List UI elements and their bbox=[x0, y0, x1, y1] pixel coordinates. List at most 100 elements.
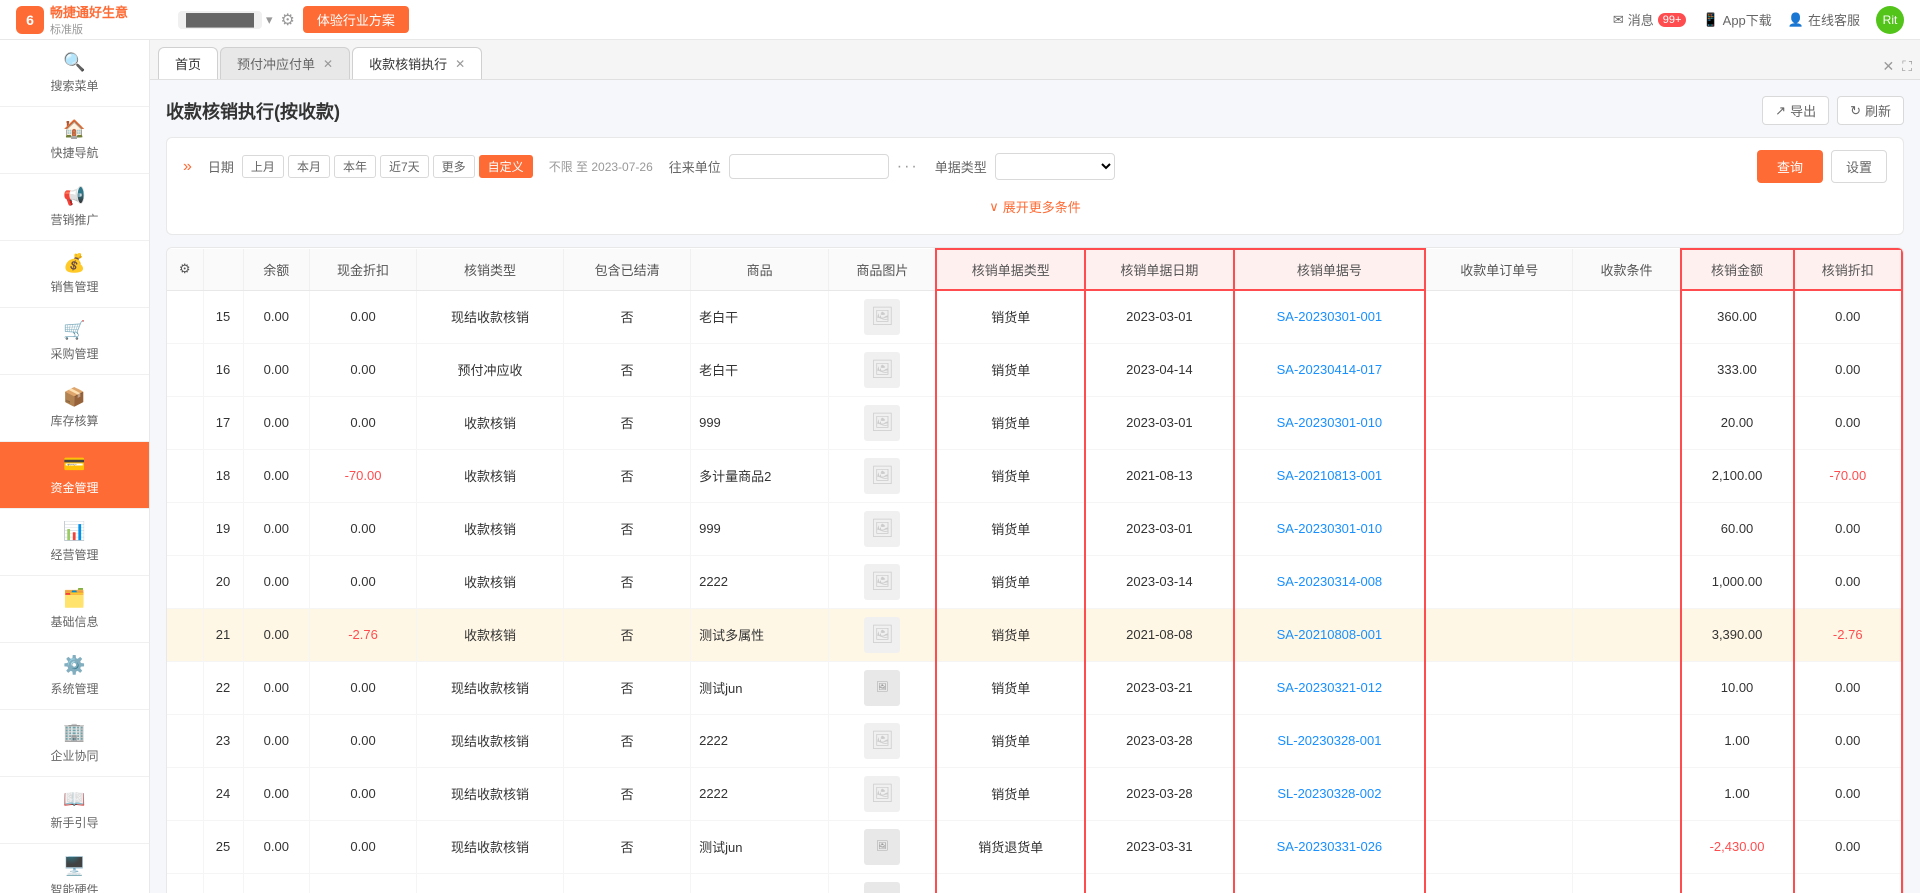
cell-settled: 否 bbox=[564, 714, 691, 767]
th-row-num bbox=[203, 249, 243, 290]
window-maximize-icon[interactable]: ⛶ bbox=[1902, 58, 1912, 75]
date-btn-custom[interactable]: 自定义 bbox=[479, 155, 533, 178]
sidebar-item-marketing[interactable]: 📢 营销推广 bbox=[0, 174, 149, 241]
sidebar-item-search[interactable]: 🔍 搜索菜单 bbox=[0, 40, 149, 107]
date-btn-this-year[interactable]: 本年 bbox=[334, 155, 376, 178]
filter-row-1: » 日期 上月 本月 本年 近7天 更多 自定义 bbox=[183, 150, 1887, 183]
tab-collection[interactable]: 收款核销执行 ✕ bbox=[352, 47, 482, 79]
sidebar-item-purchase[interactable]: 🛒 采购管理 bbox=[0, 308, 149, 375]
date-btn-this-month[interactable]: 本月 bbox=[288, 155, 330, 178]
cell-doc-no: SA-20230314-008 bbox=[1234, 555, 1425, 608]
date-btn-7days[interactable]: 近7天 bbox=[380, 155, 429, 178]
sidebar-item-guide[interactable]: 📖 新手引导 bbox=[0, 777, 149, 844]
logo-icon: 6 bbox=[16, 6, 44, 34]
tab-home[interactable]: 首页 bbox=[158, 47, 218, 79]
tab-collection-label: 收款核销执行 bbox=[369, 54, 447, 73]
sidebar-item-label: 经营管理 bbox=[50, 546, 98, 563]
sidebar-item-quicknav[interactable]: 🏠 快捷导航 bbox=[0, 107, 149, 174]
date-range-display: 不限 至 2023-07-26 bbox=[549, 158, 653, 175]
settings-button[interactable]: 设置 bbox=[1831, 150, 1887, 183]
doc-no-link[interactable]: SA-20230331-026 bbox=[1277, 839, 1383, 854]
cell-payment-terms bbox=[1573, 820, 1681, 873]
cell-doc-type: 销货单 bbox=[936, 767, 1085, 820]
cell-cash-discount: -70.00 bbox=[345, 468, 382, 483]
date-btn-last-month[interactable]: 上月 bbox=[242, 155, 284, 178]
header-actions: ↗ 导出 ↻ 刷新 bbox=[1762, 96, 1904, 125]
doctype-select[interactable] bbox=[995, 153, 1115, 180]
sidebar-item-enterprise[interactable]: 🏢 企业协同 bbox=[0, 710, 149, 777]
cell-balance: 0.00 bbox=[243, 608, 310, 661]
cell-doc-date: 2023-04-14 bbox=[1085, 343, 1234, 396]
doc-no-link[interactable]: SA-20230314-008 bbox=[1277, 574, 1383, 589]
export-button[interactable]: ↗ 导出 bbox=[1762, 96, 1829, 125]
doc-no-link[interactable]: SA-20230301-010 bbox=[1277, 415, 1383, 430]
sidebar-item-system[interactable]: ⚙️ 系统管理 bbox=[0, 643, 149, 710]
company-name: ████████ bbox=[178, 11, 262, 29]
tab-prepay[interactable]: 预付冲应付单 ✕ bbox=[220, 47, 350, 79]
doc-no-link[interactable]: SA-20230301-001 bbox=[1277, 309, 1383, 324]
cell-goods: 999 bbox=[691, 396, 829, 449]
collapse-btn[interactable]: » bbox=[183, 158, 192, 176]
th-doc-no: 核销单据号 bbox=[1234, 249, 1425, 290]
app-download-label: App下载 bbox=[1723, 10, 1772, 29]
cell-row-num: 23 bbox=[203, 714, 243, 767]
cell-doc-type: 销货单 bbox=[936, 290, 1085, 343]
doc-no-link[interactable]: SL-20230328-002 bbox=[1277, 786, 1381, 801]
table-row: 24 0.00 0.00 现结收款核销 否 2222 🖼 销货单 2023-03… bbox=[167, 767, 1902, 820]
tab-collection-close[interactable]: ✕ bbox=[455, 57, 465, 71]
table-header-row: ⚙ 余额 现金折扣 核销类型 包含已结清 商品 商品图片 核销单据类型 核 bbox=[167, 249, 1902, 290]
th-balance: 余额 bbox=[243, 249, 310, 290]
sidebar-item-finance[interactable]: 💳 资金管理 bbox=[0, 442, 149, 509]
messages-button[interactable]: ✉ 消息 99+ bbox=[1613, 10, 1687, 29]
cell-goods: 多计量商品2 bbox=[691, 449, 829, 502]
th-cash-discount: 现金折扣 bbox=[310, 249, 417, 290]
cell-doc-type: 销货单 bbox=[936, 608, 1085, 661]
tab-prepay-close[interactable]: ✕ bbox=[323, 57, 333, 71]
online-service-label: 在线客服 bbox=[1808, 10, 1860, 29]
cell-order-no bbox=[1425, 661, 1573, 714]
goods-image: 🖼 bbox=[864, 776, 900, 812]
sidebar-item-operations[interactable]: 📊 经营管理 bbox=[0, 509, 149, 576]
home-icon: 🏠 bbox=[63, 119, 85, 140]
cell-goods-img: 🖼 bbox=[829, 767, 937, 820]
online-service-button[interactable]: 👤 在线客服 bbox=[1788, 10, 1860, 29]
cell-row-num: 22 bbox=[203, 661, 243, 714]
sidebar-item-inventory[interactable]: 📦 库存核算 bbox=[0, 375, 149, 442]
app-download-button[interactable]: 📱 App下载 bbox=[1702, 10, 1771, 29]
cell-doc-type: 销货单 bbox=[936, 502, 1085, 555]
refresh-button[interactable]: ↻ 刷新 bbox=[1837, 96, 1904, 125]
basic-icon: 🗂️ bbox=[63, 588, 85, 609]
expand-more-btn[interactable]: ∨ 展开更多条件 bbox=[983, 191, 1087, 222]
sidebar-item-sales[interactable]: 💰 销售管理 bbox=[0, 241, 149, 308]
doc-no-link[interactable]: SA-20230414-017 bbox=[1277, 362, 1383, 377]
sidebar-item-hardware[interactable]: 🖥️ 智能硬件 bbox=[0, 844, 149, 893]
cell-doc-no: SA-20210813-001 bbox=[1234, 449, 1425, 502]
hardware-icon: 🖥️ bbox=[63, 856, 85, 877]
doc-no-link[interactable]: SL-20230328-001 bbox=[1277, 733, 1381, 748]
sidebar-item-basic[interactable]: 🗂️ 基础信息 bbox=[0, 576, 149, 643]
table-row: 19 0.00 0.00 收款核销 否 999 🖼 销货单 2023-03-01… bbox=[167, 502, 1902, 555]
company-selector[interactable]: ████████ ▾ bbox=[178, 11, 273, 29]
doc-no-link[interactable]: SA-20210813-001 bbox=[1277, 468, 1383, 483]
cell-payment-terms bbox=[1573, 502, 1681, 555]
settings-icon[interactable]: ⚙ bbox=[281, 10, 295, 30]
doc-no-link[interactable]: SA-20230301-010 bbox=[1277, 521, 1383, 536]
goods-image: 🖼 bbox=[864, 405, 900, 441]
doc-no-link[interactable]: SA-20210808-001 bbox=[1277, 627, 1383, 642]
cell-discount: 0.00 bbox=[1794, 502, 1903, 555]
user-avatar[interactable]: Rit bbox=[1876, 6, 1904, 34]
cell-amount: 1,000.00 bbox=[1681, 555, 1794, 608]
cell-doc-date: 2023-03-01 bbox=[1085, 290, 1234, 343]
tab-home-label: 首页 bbox=[175, 54, 201, 73]
refresh-icon: ↻ bbox=[1850, 103, 1861, 119]
page-header: 收款核销执行(按收款) ↗ 导出 ↻ 刷新 bbox=[166, 96, 1904, 125]
cell-cash-discount: 0.00 bbox=[350, 309, 375, 324]
query-button[interactable]: 查询 bbox=[1757, 150, 1823, 183]
date-btn-more[interactable]: 更多 bbox=[433, 155, 475, 178]
cell-doc-date: 2023-03-28 bbox=[1085, 767, 1234, 820]
doc-no-link[interactable]: SA-20230321-012 bbox=[1277, 680, 1383, 695]
counterpart-input[interactable] bbox=[729, 154, 889, 179]
sidebar: 🔍 搜索菜单 🏠 快捷导航 📢 营销推广 💰 销售管理 🛒 采购管理 📦 bbox=[0, 40, 150, 893]
window-minimize-icon[interactable]: ✕ bbox=[1882, 58, 1894, 75]
trial-button[interactable]: 体验行业方案 bbox=[303, 6, 409, 33]
